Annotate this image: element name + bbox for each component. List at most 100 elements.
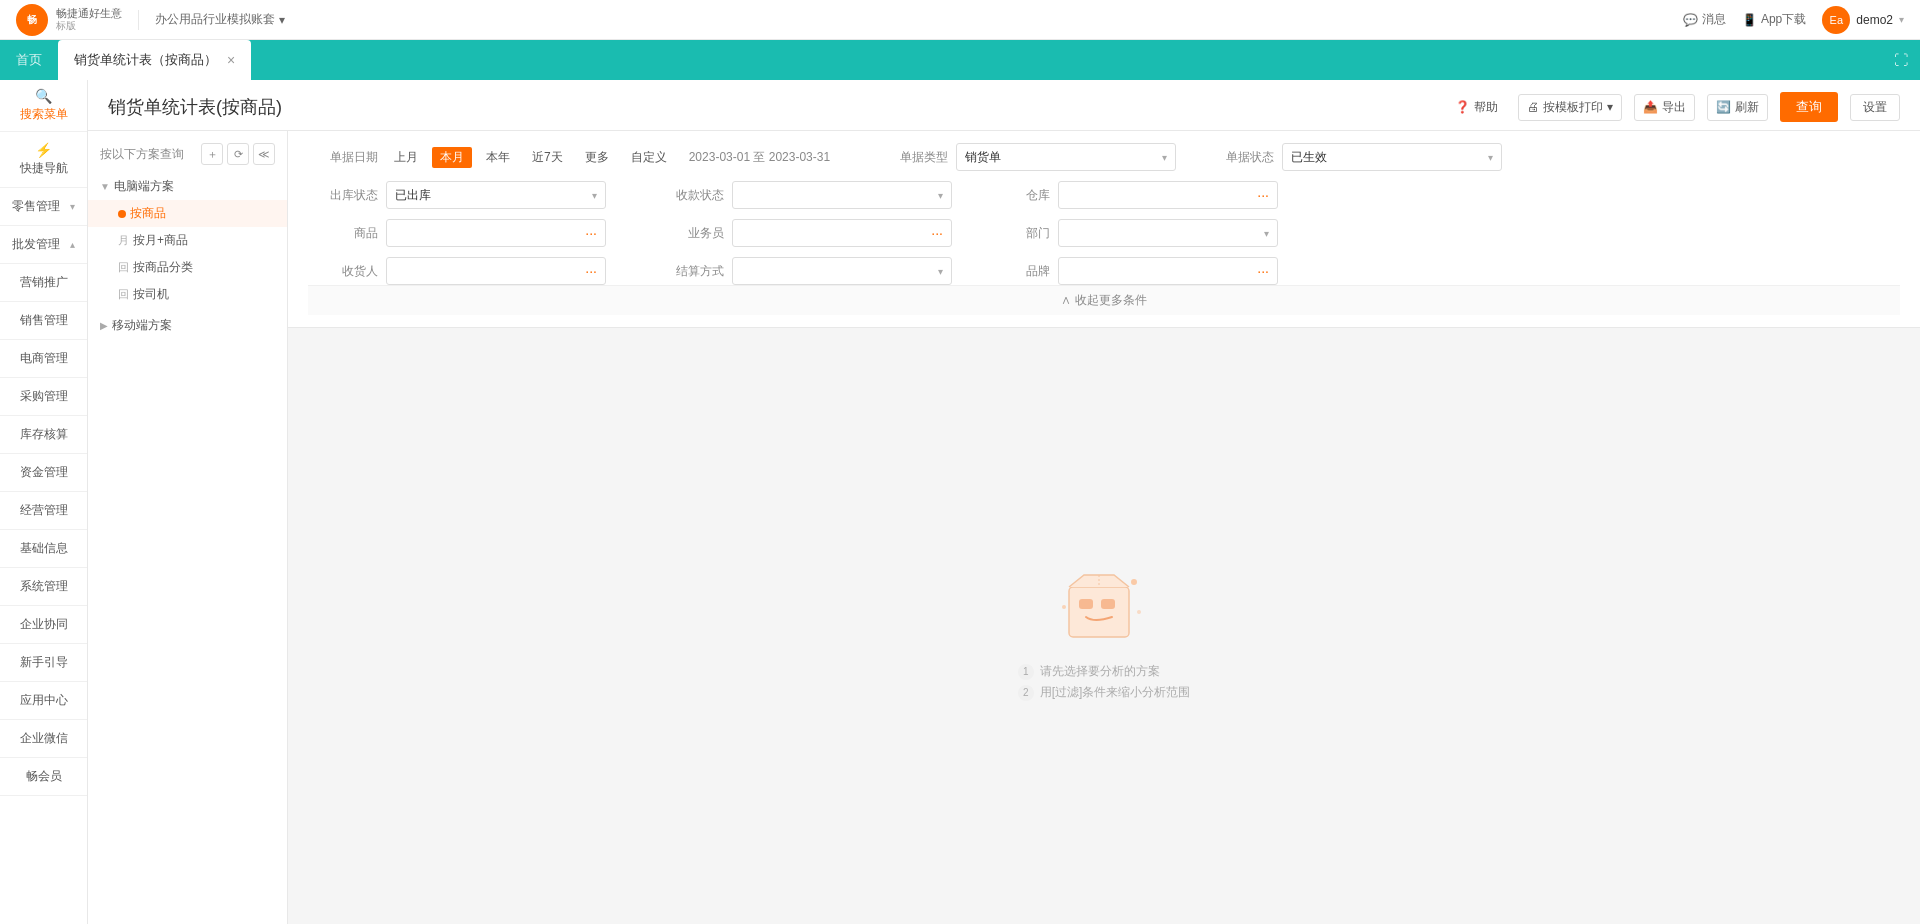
dept-select[interactable]: ▾ (1058, 219, 1278, 247)
tree-mobile-parent[interactable]: ▶ 移动端方案 (88, 312, 287, 339)
panel-icon-group: ＋ ⟳ ≪ (201, 143, 275, 165)
panel-collapse-button[interactable]: ≪ (253, 143, 275, 165)
tab-home[interactable]: 首页 (0, 40, 58, 80)
receiver-label: 收货人 (308, 263, 378, 280)
left-panel: 按以下方案查询 ＋ ⟳ ≪ ▼ 电脑端方案 按商品 (88, 131, 288, 924)
svg-point-5 (1062, 605, 1066, 609)
type-select[interactable]: 销货单 ▾ (956, 143, 1176, 171)
pay-status-label: 收款状态 (654, 187, 724, 204)
tree-desktop-section: ▼ 电脑端方案 按商品 月 按月+商品 回 按商品分类 (88, 173, 287, 312)
filter-row-3: 商品 ··· 业务员 ··· 部门 ▾ (308, 219, 1900, 247)
sidebar-item-enterprise[interactable]: 企业协同 (0, 606, 87, 644)
warehouse-label: 仓库 (980, 187, 1050, 204)
tree-child-by-month-product[interactable]: 月 按月+商品 (88, 227, 287, 254)
staff-select[interactable]: ··· (732, 219, 952, 247)
settlement-label: 结算方式 (654, 263, 724, 280)
tree-child-by-category[interactable]: 回 按商品分类 (88, 254, 287, 281)
sidebar-item-wholesale[interactable]: 批发管理 ▴ (0, 226, 87, 264)
logo-text: 畅捷通好生意 标版 (56, 7, 122, 32)
filter-row-4: 收货人 ··· 结算方式 ▾ 品牌 ··· (308, 257, 1900, 285)
brand-label: 品牌 (980, 263, 1050, 280)
sidebar-item-purchase[interactable]: 采购管理 (0, 378, 87, 416)
warehouse-select[interactable]: ··· (1058, 181, 1278, 209)
date-range: 2023-03-01 至 2023-03-31 (689, 149, 830, 166)
help-button[interactable]: ❓ 帮助 (1447, 95, 1506, 120)
query-button[interactable]: 查询 (1780, 92, 1838, 122)
expand-button[interactable]: ⛶ (1894, 52, 1908, 68)
sidebar-quick-nav[interactable]: ⚡ 快捷导航 (0, 132, 87, 188)
refresh-button[interactable]: 🔄 刷新 (1707, 94, 1768, 121)
warehouse-status-select[interactable]: 已出库 ▾ (386, 181, 606, 209)
status-select[interactable]: 已生效 ▾ (1282, 143, 1502, 171)
user-profile[interactable]: Ea demo2 ▾ (1822, 6, 1904, 34)
collapse-bar[interactable]: ∧ 收起更多条件 (308, 285, 1900, 315)
header-right: 💬 消息 📱 App下载 Ea demo2 ▾ (1683, 6, 1904, 34)
pay-status-select[interactable]: ▾ (732, 181, 952, 209)
header-left: 畅 畅捷通好生意 标版 办公用品行业模拟账套 ▾ (16, 4, 285, 36)
message-button[interactable]: 💬 消息 (1683, 11, 1726, 28)
app-download-button[interactable]: 📱 App下载 (1742, 11, 1806, 28)
svg-point-6 (1137, 610, 1141, 614)
date-tab-lastmonth[interactable]: 上月 (386, 147, 426, 168)
date-tab-more[interactable]: 更多 (577, 147, 617, 168)
tab-sales-stats[interactable]: 销货单统计表（按商品） × (58, 40, 251, 80)
page-title: 销货单统计表(按商品) (108, 95, 282, 119)
sidebar-item-retail[interactable]: 零售管理 ▾ (0, 188, 87, 226)
workspace-selector[interactable]: 办公用品行业模拟账套 ▾ (155, 11, 285, 28)
empty-hints: 请先选择要分析的方案 用[过滤]条件来缩小分析范围 (1018, 663, 1191, 705)
tab-close-button[interactable]: × (227, 52, 235, 68)
svg-point-4 (1131, 579, 1137, 585)
print-button[interactable]: 🖨 按模板打印 ▾ (1518, 94, 1622, 121)
brand-select[interactable]: ··· (1058, 257, 1278, 285)
empty-state: 请先选择要分析的方案 用[过滤]条件来缩小分析范围 (288, 328, 1920, 924)
tree-desktop-parent[interactable]: ▼ 电脑端方案 (88, 173, 287, 200)
right-panel: 单据日期 上月 本月 本年 近7天 更多 自定义 2023-03-01 至 20… (288, 131, 1920, 924)
warehouse-status-label: 出库状态 (308, 187, 378, 204)
sidebar-item-ecommerce[interactable]: 电商管理 (0, 340, 87, 378)
settlement-select[interactable]: ▾ (732, 257, 952, 285)
sidebar-item-apps[interactable]: 应用中心 (0, 682, 87, 720)
tree-mobile-section: ▶ 移动端方案 (88, 312, 287, 343)
filter-row-1: 单据日期 上月 本月 本年 近7天 更多 自定义 2023-03-01 至 20… (308, 143, 1900, 171)
sidebar-search-menu[interactable]: 🔍 搜索菜单 (0, 80, 87, 132)
empty-illustration (1044, 547, 1164, 647)
type-label: 单据类型 (878, 149, 948, 166)
top-header: 畅 畅捷通好生意 标版 办公用品行业模拟账套 ▾ 💬 消息 📱 App下载 Ea… (0, 0, 1920, 40)
sidebar-item-system[interactable]: 系统管理 (0, 568, 87, 606)
panel-add-button[interactable]: ＋ (201, 143, 223, 165)
date-tab-custom[interactable]: 自定义 (623, 147, 675, 168)
receiver-select[interactable]: ··· (386, 257, 606, 285)
sidebar-item-finance[interactable]: 资金管理 (0, 454, 87, 492)
left-panel-header: 按以下方案查询 ＋ ⟳ ≪ (88, 139, 287, 173)
settings-button[interactable]: 设置 (1850, 94, 1900, 121)
export-button[interactable]: 📤 导出 (1634, 94, 1695, 121)
panel-refresh-button[interactable]: ⟳ (227, 143, 249, 165)
sidebar: 🔍 搜索菜单 ⚡ 快捷导航 零售管理 ▾ 批发管理 ▴ 营销推广 销售管理 电商… (0, 80, 88, 924)
date-tab-thismonth[interactable]: 本月 (432, 147, 472, 168)
sidebar-item-sales[interactable]: 销售管理 (0, 302, 87, 340)
tree-child-by-product[interactable]: 按商品 (88, 200, 287, 227)
staff-label: 业务员 (654, 225, 724, 242)
date-tabs: 上月 本月 本年 近7天 更多 自定义 2023-03-01 至 2023-03… (386, 147, 830, 168)
split-layout: 按以下方案查询 ＋ ⟳ ≪ ▼ 电脑端方案 按商品 (88, 131, 1920, 924)
page-header: 销货单统计表(按商品) ❓ 帮助 🖨 按模板打印 ▾ 📤 导出 🔄 刷新 (88, 80, 1920, 131)
svg-rect-0 (1069, 587, 1129, 637)
filter-area: 单据日期 上月 本月 本年 近7天 更多 自定义 2023-03-01 至 20… (288, 131, 1920, 328)
dept-label: 部门 (980, 225, 1050, 242)
sidebar-item-basic[interactable]: 基础信息 (0, 530, 87, 568)
status-label: 单据状态 (1204, 149, 1274, 166)
product-select[interactable]: ··· (386, 219, 606, 247)
sidebar-item-wechat[interactable]: 企业微信 (0, 720, 87, 758)
date-tab-thisyear[interactable]: 本年 (478, 147, 518, 168)
sidebar-item-guide[interactable]: 新手引导 (0, 644, 87, 682)
date-tab-7days[interactable]: 近7天 (524, 147, 571, 168)
empty-hint-2: 用[过滤]条件来缩小分析范围 (1018, 684, 1191, 701)
sidebar-item-inventory[interactable]: 库存核算 (0, 416, 87, 454)
product-label: 商品 (308, 225, 378, 242)
avatar: Ea (1822, 6, 1850, 34)
sidebar-item-member[interactable]: 畅会员 (0, 758, 87, 796)
tab-bar: 首页 销货单统计表（按商品） × ⛶ (0, 40, 1920, 80)
tree-child-by-driver[interactable]: 回 按司机 (88, 281, 287, 308)
sidebar-item-operations[interactable]: 经营管理 (0, 492, 87, 530)
sidebar-item-marketing[interactable]: 营销推广 (0, 264, 87, 302)
